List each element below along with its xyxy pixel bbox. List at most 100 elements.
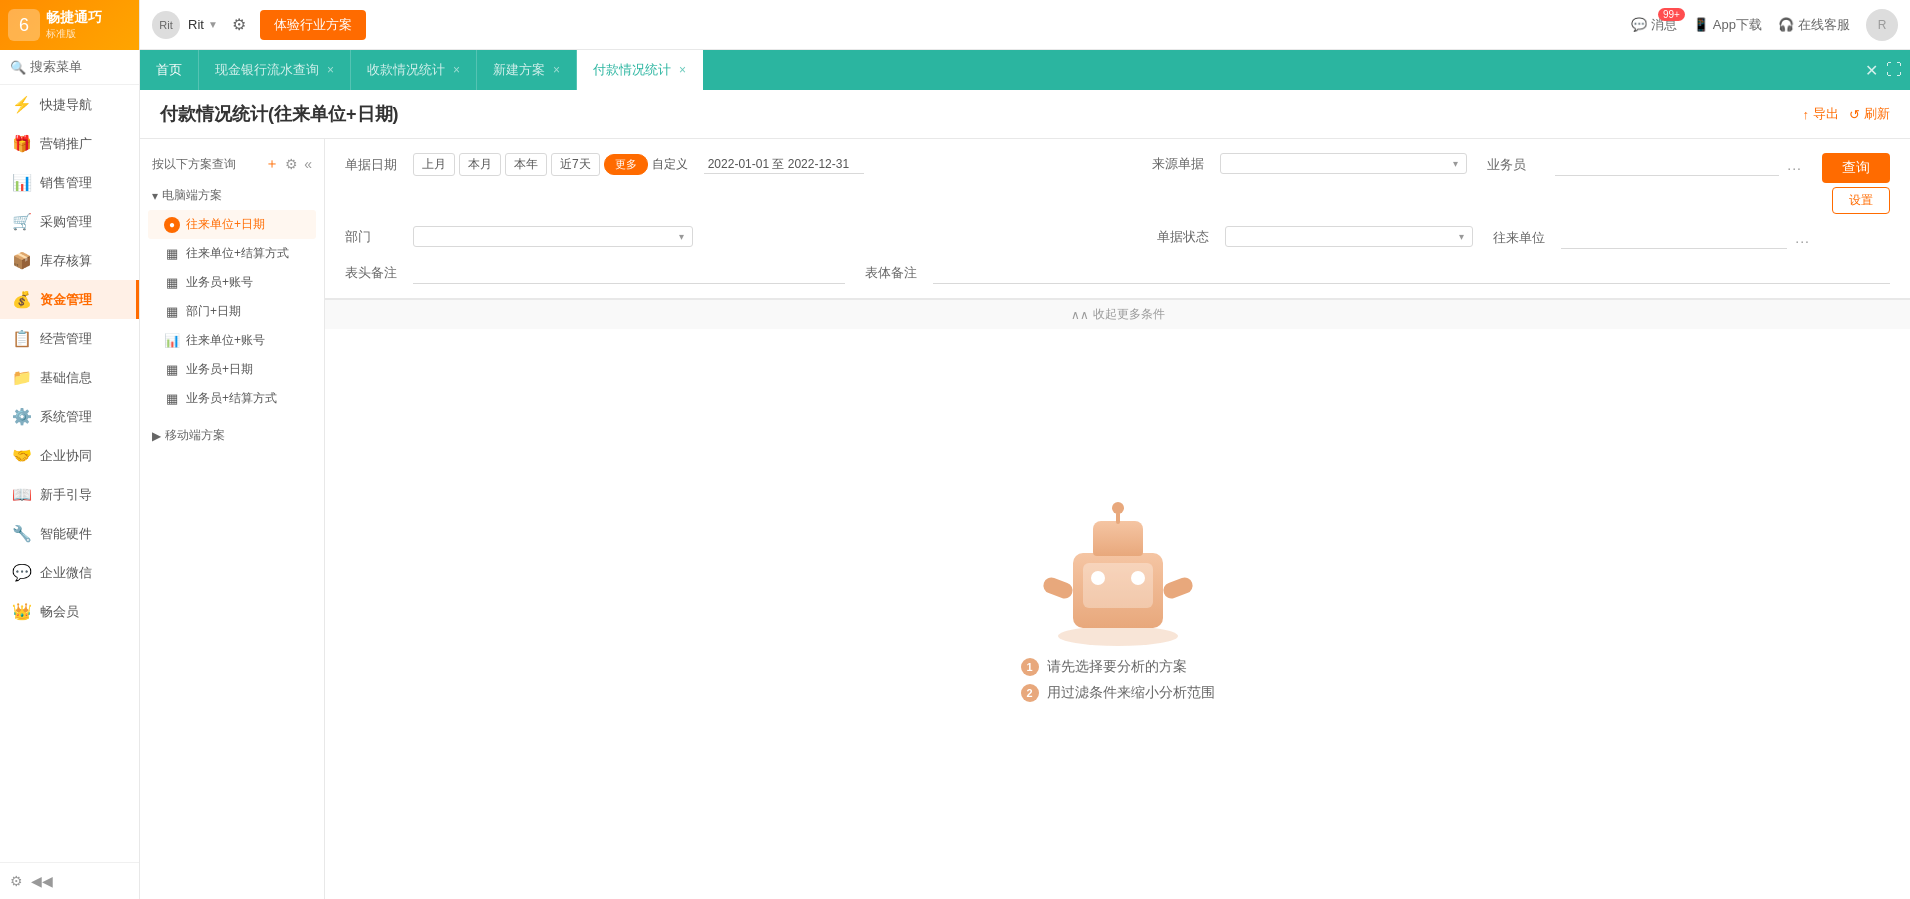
home-tab-label: 首页 <box>156 61 182 79</box>
doc-status-label: 单据状态 <box>1157 228 1217 246</box>
sidebar-item-wechat[interactable]: 💬 企业微信 <box>0 553 139 592</box>
scheme-settings-icon[interactable]: ⚙ <box>285 156 298 172</box>
scheme-staff-account[interactable]: ▦ 业务员+账号 <box>148 268 316 297</box>
partner-date-icon: ● <box>164 217 180 233</box>
collapse-panel-icon[interactable]: « <box>304 156 312 172</box>
empty-step-2: 2 用过滤条件来缩小分析范围 <box>1021 684 1215 702</box>
query-button[interactable]: 查询 <box>1822 153 1890 183</box>
staff-input[interactable] <box>1555 153 1779 176</box>
partner-input[interactable] <box>1561 226 1787 249</box>
tab-new-scheme[interactable]: 新建方案 × <box>477 50 577 90</box>
partner-dots[interactable]: ... <box>1795 230 1810 246</box>
new-scheme-tab-label: 新建方案 <box>493 61 545 79</box>
date-btn-this-year[interactable]: 本年 <box>505 153 547 176</box>
settings-button[interactable]: 设置 <box>1832 187 1890 214</box>
app-download-button[interactable]: 📱 App下载 <box>1693 16 1762 34</box>
date-btn-7days[interactable]: 近7天 <box>551 153 600 176</box>
user-selector[interactable]: Rit Rit ▼ <box>152 11 218 39</box>
new-scheme-tab-close[interactable]: × <box>553 63 560 77</box>
sidebar-item-label: 快捷导航 <box>40 96 92 114</box>
sidebar-item-inventory[interactable]: 📦 库存核算 <box>0 241 139 280</box>
date-btn-this-month[interactable]: 本月 <box>459 153 501 176</box>
sidebar-item-finance[interactable]: 💰 资金管理 <box>0 280 139 319</box>
tab-home[interactable]: 首页 <box>140 50 199 90</box>
date-btn-last-month[interactable]: 上月 <box>413 153 455 176</box>
collapse-sidebar-button[interactable]: ◀◀ <box>31 873 53 889</box>
dept-select[interactable]: ▾ <box>413 226 693 247</box>
payment-tab-close[interactable]: × <box>679 63 686 77</box>
finance-icon: 💰 <box>12 290 32 309</box>
message-button[interactable]: 💬 消息 99+ <box>1631 16 1677 34</box>
date-range-input[interactable] <box>704 155 864 174</box>
service-icon: 🎧 <box>1778 17 1794 32</box>
scheme-partner-settlement[interactable]: ▦ 往来单位+结算方式 <box>148 239 316 268</box>
filter-area: 单据日期 上月 本月 本年 近7天 更多 自定义 <box>325 139 1910 299</box>
empty-steps: 1 请先选择要分析的方案 2 用过滤条件来缩小分析范围 <box>1021 658 1215 702</box>
tab-collection[interactable]: 收款情况统计 × <box>351 50 477 90</box>
body-note-input[interactable] <box>933 261 1890 284</box>
sidebar-item-enterprise[interactable]: 🤝 企业协同 <box>0 436 139 475</box>
sidebar-item-basic[interactable]: 📁 基础信息 <box>0 358 139 397</box>
mobile-section-title[interactable]: ▶ 移动端方案 <box>148 421 316 450</box>
expand-mobile-icon: ▶ <box>152 429 161 443</box>
doc-status-select[interactable]: ▾ <box>1225 226 1474 247</box>
dept-arrow-icon: ▾ <box>679 231 684 242</box>
system-icon: ⚙️ <box>12 407 32 426</box>
cash-flow-tab-close[interactable]: × <box>327 63 334 77</box>
topbar-gear-icon[interactable]: ⚙ <box>232 15 246 34</box>
online-service-button[interactable]: 🎧 在线客服 <box>1778 16 1850 34</box>
expand-tab-icon[interactable]: ⛶ <box>1886 61 1902 79</box>
export-label: 导出 <box>1813 105 1839 123</box>
scheme-staff-settlement[interactable]: ▦ 业务员+结算方式 <box>148 384 316 413</box>
guide-icon: 📖 <box>12 485 32 504</box>
trial-btn[interactable]: 体验行业方案 <box>260 10 366 40</box>
scheme-staff-account-label: 业务员+账号 <box>186 274 253 291</box>
sidebar-item-quick-nav[interactable]: ⚡ 快捷导航 <box>0 85 139 124</box>
sidebar-item-label: 库存核算 <box>40 252 92 270</box>
user-dropdown-icon: ▼ <box>208 19 218 30</box>
scheme-staff-date[interactable]: ▦ 业务员+日期 <box>148 355 316 384</box>
doc-status-arrow-icon: ▾ <box>1459 231 1464 242</box>
close-all-tabs-icon[interactable]: ✕ <box>1865 61 1878 80</box>
sidebar-item-purchase[interactable]: 🛒 采购管理 <box>0 202 139 241</box>
step-2-num: 2 <box>1021 684 1039 702</box>
user-avatar[interactable]: R <box>1866 9 1898 41</box>
scheme-partner-date[interactable]: ● 往来单位+日期 <box>148 210 316 239</box>
scheme-partner-account[interactable]: 📊 往来单位+账号 <box>148 326 316 355</box>
sidebar-item-guide[interactable]: 📖 新手引导 <box>0 475 139 514</box>
desktop-section-title[interactable]: ▾ 电脑端方案 <box>148 181 316 210</box>
sidebar-item-system[interactable]: ⚙️ 系统管理 <box>0 397 139 436</box>
settings-footer-icon[interactable]: ⚙ <box>10 873 23 889</box>
sidebar-item-label: 企业协同 <box>40 447 92 465</box>
tab-cash-flow[interactable]: 现金银行流水查询 × <box>199 50 351 90</box>
sidebar-item-label: 企业微信 <box>40 564 92 582</box>
partner-account-icon: 📊 <box>164 333 180 348</box>
filter-row-1: 单据日期 上月 本月 本年 近7天 更多 自定义 <box>345 153 1890 214</box>
search-menu-button[interactable]: 🔍 搜索菜单 <box>0 50 139 85</box>
scheme-staff-settlement-label: 业务员+结算方式 <box>186 390 277 407</box>
sidebar-item-operations[interactable]: 📋 经营管理 <box>0 319 139 358</box>
dept-date-icon: ▦ <box>164 304 180 319</box>
sidebar-item-marketing[interactable]: 🎁 营销推广 <box>0 124 139 163</box>
partner-label: 往来单位 <box>1493 229 1553 247</box>
doc-status-field: 单据状态 ▾ <box>1157 226 1474 247</box>
sidebar-item-sales[interactable]: 📊 销售管理 <box>0 163 139 202</box>
add-scheme-icon[interactable]: ＋ <box>265 155 279 173</box>
sidebar-item-member[interactable]: 👑 畅会员 <box>0 592 139 631</box>
export-button[interactable]: ↑ 导出 <box>1803 105 1840 123</box>
refresh-button[interactable]: ↺ 刷新 <box>1849 105 1890 123</box>
user-avatar-small: Rit <box>152 11 180 39</box>
header-note-input[interactable] <box>413 261 845 284</box>
collection-tab-close[interactable]: × <box>453 63 460 77</box>
sidebar-item-hardware[interactable]: 🔧 智能硬件 <box>0 514 139 553</box>
collapse-filter-bar[interactable]: ∧∧ 收起更多条件 <box>325 299 1910 329</box>
sidebar-item-label: 采购管理 <box>40 213 92 231</box>
scheme-dept-date[interactable]: ▦ 部门+日期 <box>148 297 316 326</box>
date-btn-more[interactable]: 更多 <box>604 154 648 175</box>
staff-dots[interactable]: ... <box>1787 157 1802 173</box>
tab-payment[interactable]: 付款情况统计 × <box>577 50 703 90</box>
date-btn-custom[interactable]: 自定义 <box>652 156 688 173</box>
empty-illustration <box>1038 526 1198 646</box>
source-doc-select[interactable]: ▾ <box>1220 153 1467 174</box>
left-panel: 按以下方案查询 ＋ ⚙ « ▾ 电脑端方案 ● <box>140 139 325 899</box>
